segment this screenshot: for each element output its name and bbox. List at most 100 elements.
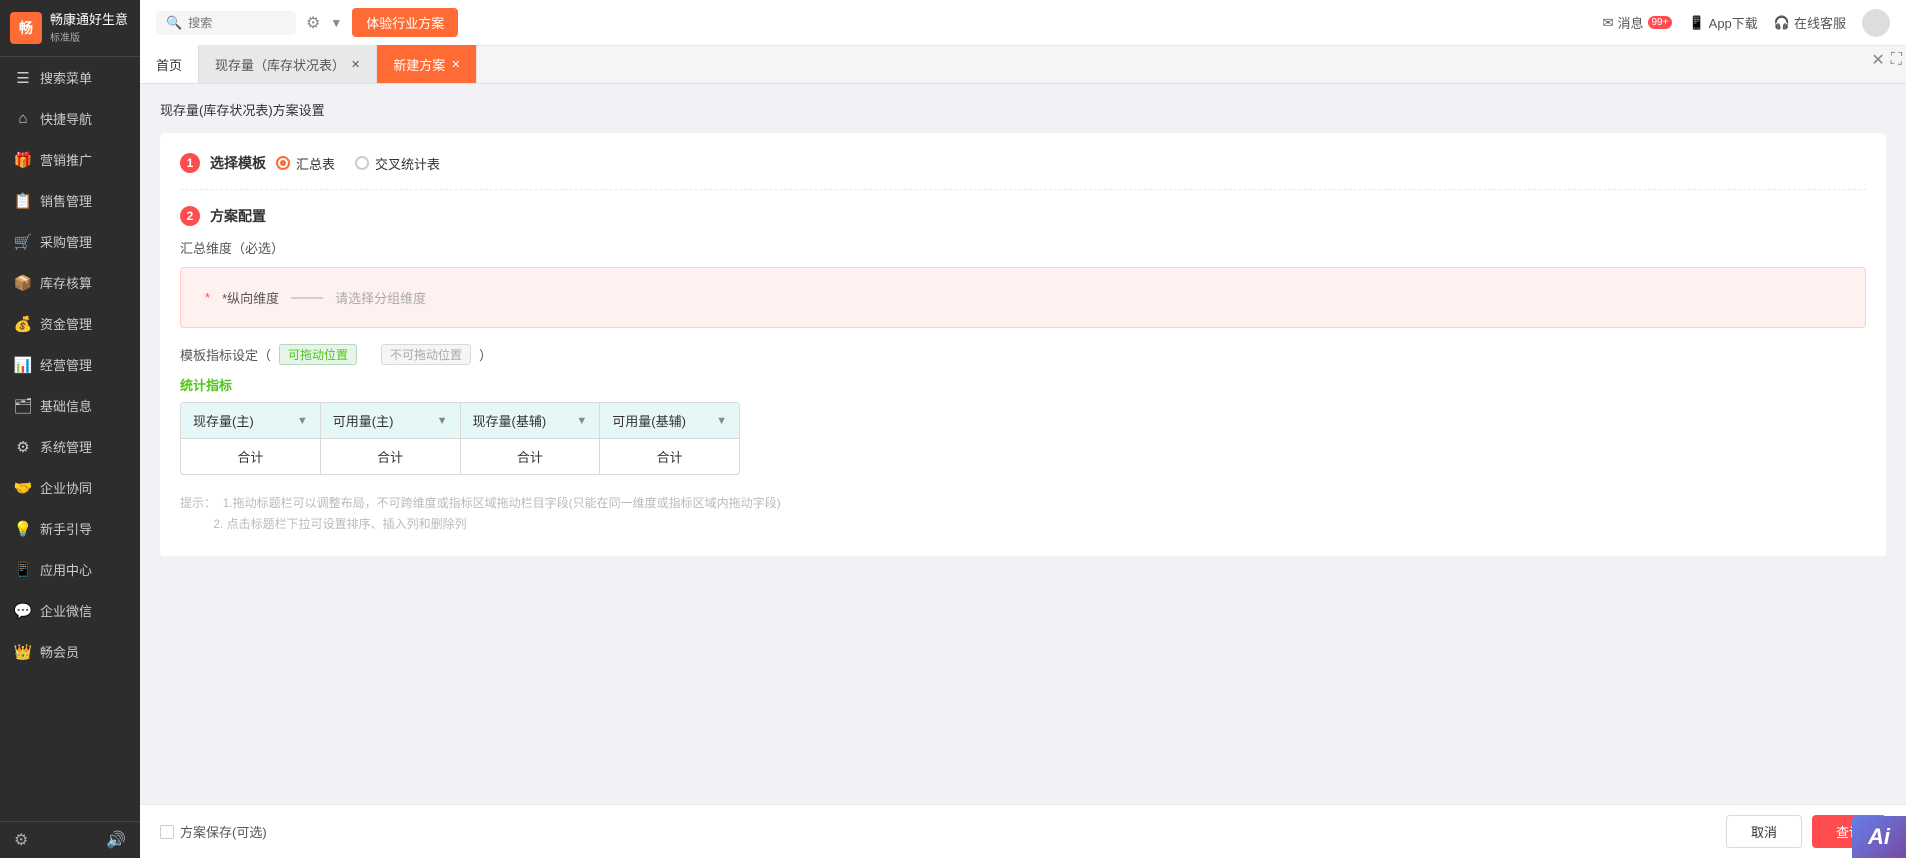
radio-cross[interactable]: 交叉统计表 (355, 154, 440, 173)
search-input[interactable] (188, 16, 268, 30)
step1-header: 1 选择模板 汇总表 交叉统计表 (180, 153, 1866, 173)
user-avatar[interactable] (1862, 9, 1890, 37)
gear-icon[interactable]: ⚙ (306, 13, 320, 33)
sidebar-item-label: 资金管理 (40, 314, 92, 333)
finance-icon: 💰 (14, 315, 32, 333)
tab-inventory-status-label: 现存量（库存状况表） (215, 55, 345, 74)
sidebar-item-search-menu[interactable]: ☰ 搜索菜单 (0, 57, 140, 98)
save-checkbox[interactable] (160, 825, 174, 839)
sidebar-item-label: 企业微信 (40, 601, 92, 620)
tab-new-scheme-close[interactable]: ✕ (451, 58, 460, 71)
stats-col-body-3: 合计 (600, 438, 739, 474)
topbar-right: ✉ 消息 99+ 📱 App下载 🎧 在线客服 (1603, 9, 1890, 37)
stats-col-body-2: 合计 (461, 438, 601, 474)
sidebar-item-guide[interactable]: 💡 新手引导 (0, 508, 140, 549)
stats-col-header-0[interactable]: 现存量(主) ▼ (181, 403, 321, 438)
marketing-icon: 🎁 (14, 151, 32, 169)
sidebar-item-label: 新手引导 (40, 519, 92, 538)
tab-home[interactable]: 首页 (140, 45, 199, 83)
logo-icon: 畅 (10, 12, 42, 44)
vertical-dim-label: *纵向维度 (222, 288, 279, 307)
stats-col-header-2[interactable]: 现存量(基辅) ▼ (461, 403, 601, 438)
sales-icon: 📋 (14, 192, 32, 210)
radio-cross-label: 交叉统计表 (375, 154, 440, 173)
divider1 (180, 189, 1866, 190)
tab-new-scheme[interactable]: 新建方案 ✕ (377, 45, 477, 83)
dim-row: * *纵向维度 —— 请选择分组维度 (205, 288, 1841, 307)
member-icon: 👑 (14, 643, 32, 661)
content-area: 现存量(库存状况表)方案设置 1 选择模板 汇总表 交叉统计表 (140, 84, 1906, 804)
trial-btn[interactable]: 体验行业方案 (352, 8, 458, 37)
chevron-down-icon-2: ▼ (576, 415, 587, 427)
dim-required-box[interactable]: * *纵向维度 —— 请选择分组维度 (180, 267, 1866, 328)
search-box[interactable]: 🔍 (156, 11, 296, 35)
sidebar-item-sales[interactable]: 📋 销售管理 (0, 180, 140, 221)
sidebar-item-label: 基础信息 (40, 396, 92, 415)
close-window-icon[interactable]: ✕ (1871, 50, 1884, 70)
system-icon: ⚙ (14, 438, 32, 456)
window-controls: ✕ ⛶ (1871, 50, 1902, 70)
sidebar-item-basic-info[interactable]: 🗂 基础信息 (0, 385, 140, 426)
sidebar-item-system[interactable]: ⚙ 系统管理 (0, 426, 140, 467)
sidebar-item-quick-nav[interactable]: ⌂ 快捷导航 (0, 98, 140, 139)
online-service-btn[interactable]: 🎧 在线客服 (1774, 13, 1846, 32)
dim-placeholder: 请选择分组维度 (335, 288, 426, 307)
sidebar-item-app-center[interactable]: 📱 应用中心 (0, 549, 140, 590)
tab-new-scheme-label: 新建方案 (393, 55, 445, 74)
step2-badge: 2 (180, 206, 200, 226)
stats-col-header-3[interactable]: 可用量(基辅) ▼ (600, 403, 739, 438)
stats-col-header-1[interactable]: 可用量(主) ▼ (321, 403, 461, 438)
sidebar-item-label: 畅会员 (40, 642, 79, 661)
sidebar-item-inventory[interactable]: 📦 库存核算 (0, 262, 140, 303)
sidebar-item-enterprise[interactable]: 🤝 企业协同 (0, 467, 140, 508)
mobile-icon: 📱 (1688, 15, 1704, 31)
tab-home-label: 首页 (156, 55, 182, 74)
speaker-icon[interactable]: 🔊 (106, 830, 126, 850)
app-center-icon: 📱 (14, 561, 32, 579)
sidebar-item-marketing[interactable]: 🎁 营销推广 (0, 139, 140, 180)
step1-title: 选择模板 (210, 153, 266, 173)
radio-summary-dot (276, 156, 290, 170)
stats-table: 现存量(主) ▼ 可用量(主) ▼ 现存量(基辅) ▼ 可用量(基辅) (180, 402, 740, 475)
purchase-icon: 🛒 (14, 233, 32, 251)
message-badge: 99+ (1648, 16, 1673, 29)
radio-cross-dot (355, 156, 369, 170)
hint2: 2. 点击标题栏下拉可设置排序、插入列和删除列 (180, 515, 1866, 532)
step2-header: 2 方案配置 (180, 206, 1866, 226)
page-title: 现存量(库存状况表)方案设置 (160, 100, 1886, 119)
save-check[interactable]: 方案保存(可选) (160, 822, 267, 841)
topbar-dropdown-icon[interactable]: ▼ (330, 16, 342, 30)
stats-table-header: 现存量(主) ▼ 可用量(主) ▼ 现存量(基辅) ▼ 可用量(基辅) (181, 403, 739, 438)
sidebar-item-operations[interactable]: 📊 经营管理 (0, 344, 140, 385)
hints: 提示： 1.拖动标题栏可以调整布局，不可跨维度或指标区域拖动栏目字段(只能在同一… (180, 494, 1866, 532)
sidebar-item-label: 快捷导航 (40, 109, 92, 128)
sidebar-item-label: 销售管理 (40, 191, 92, 210)
expand-window-icon[interactable]: ⛶ (1891, 51, 1902, 69)
headset-icon: 🎧 (1774, 15, 1790, 31)
sidebar-item-purchase[interactable]: 🛒 采购管理 (0, 221, 140, 262)
radio-summary[interactable]: 汇总表 (276, 154, 335, 173)
sidebar-item-wechat[interactable]: 💬 企业微信 (0, 590, 140, 631)
sidebar-item-member[interactable]: 👑 畅会员 (0, 631, 140, 672)
stats-section-title: 统计指标 (180, 375, 1866, 394)
main-area: 🔍 ⚙ ▼ 体验行业方案 ✉ 消息 99+ 📱 App下载 🎧 在线客服 (140, 0, 1906, 858)
stats-col-0-label: 现存量(主) (193, 411, 254, 430)
chevron-down-icon-0: ▼ (297, 415, 308, 427)
template-radio-group: 汇总表 交叉统计表 (276, 154, 440, 173)
hint1: 提示： 1.拖动标题栏可以调整布局，不可跨维度或指标区域拖动栏目字段(只能在同一… (180, 494, 1866, 511)
tab-inventory-status-close[interactable]: ✕ (351, 58, 360, 71)
sidebar-logo: 畅 畅康通好生意 标准版 (0, 0, 140, 57)
ai-badge[interactable]: Ai (1852, 816, 1906, 858)
tab-inventory-status[interactable]: 现存量（库存状况表） ✕ (199, 45, 377, 83)
step2-title: 方案配置 (210, 206, 266, 226)
sidebar-item-finance[interactable]: 💰 资金管理 (0, 303, 140, 344)
message-btn[interactable]: ✉ 消息 99+ (1603, 13, 1673, 32)
chevron-down-icon-1: ▼ (437, 415, 448, 427)
settings-icon[interactable]: ⚙ (14, 830, 28, 850)
required-star: * (205, 290, 210, 305)
app-download-btn[interactable]: 📱 App下载 (1688, 13, 1757, 32)
indicator-setting: 模板指标设定（ 可拖动位置 不可拖动位置 ） (180, 344, 1866, 365)
online-service-label: 在线客服 (1794, 13, 1846, 32)
sidebar-item-label: 经营管理 (40, 355, 92, 374)
cancel-button[interactable]: 取消 (1726, 815, 1802, 848)
